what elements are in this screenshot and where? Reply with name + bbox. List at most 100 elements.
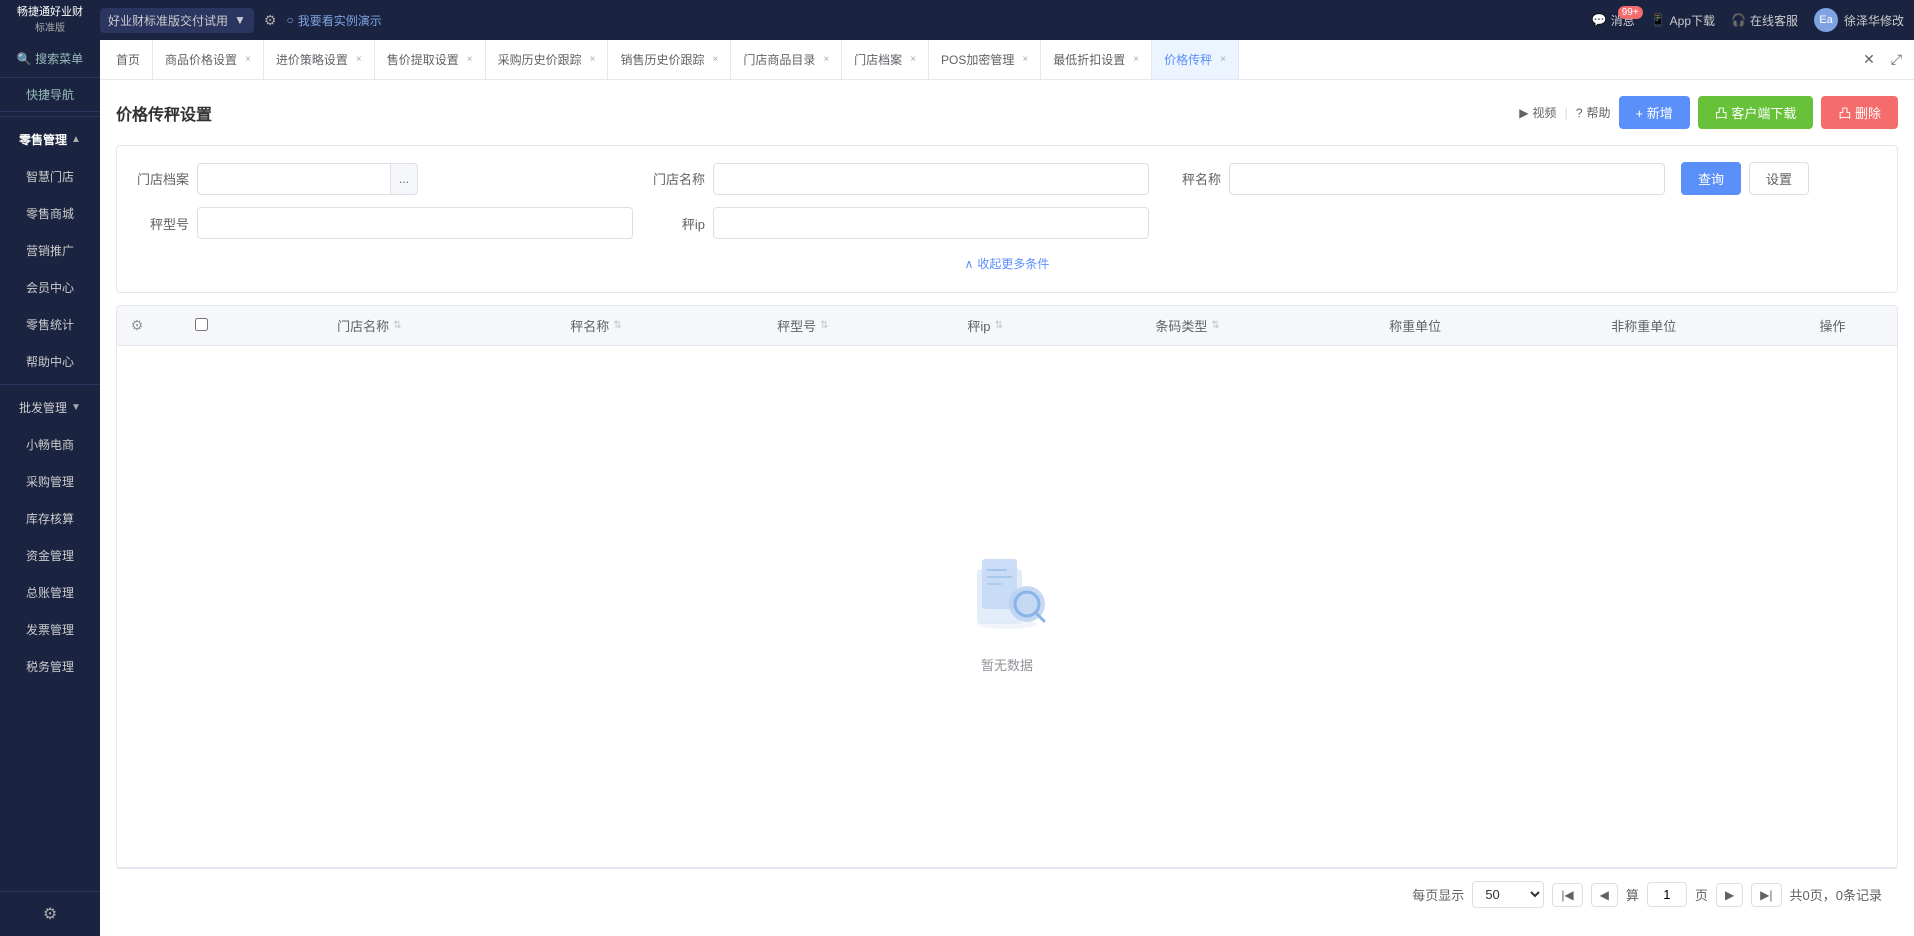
sidebar-item-retail-mall[interactable]: 零售商城 [0, 195, 100, 232]
sidebar-item-inventory[interactable]: 库存核算 [0, 500, 100, 537]
tab-sale-price-label: 售价提取设置 [387, 51, 459, 68]
store-name-input[interactable] [713, 163, 1149, 195]
prev-page-button[interactable]: ◀ [1591, 883, 1618, 907]
help-link[interactable]: ? 帮助 [1576, 104, 1611, 121]
video-link[interactable]: ▶ 视频 [1519, 104, 1556, 121]
message-icon: 💬 [1592, 13, 1607, 27]
sidebar-item-invoice[interactable]: 发票管理 [0, 611, 100, 648]
sort-icon-barcode-type[interactable]: ⇅ [1211, 320, 1219, 331]
page-content: 价格传秤设置 ▶ 视频 | ? 帮助 + 新增 凸 客户端下载 凸 删除 [100, 80, 1914, 936]
sidebar-item-smart-store[interactable]: 智慧门店 [0, 158, 100, 195]
sort-icon-store-name[interactable]: ⇅ [393, 320, 401, 331]
tab-store-file-close[interactable]: × [910, 54, 916, 65]
tab-sale-history-close[interactable]: × [712, 54, 718, 65]
last-page-button[interactable]: ▶| [1751, 883, 1781, 907]
sidebar-item-retail-stats[interactable]: 零售统计 [0, 306, 100, 343]
settings-button[interactable]: ⚙ [264, 12, 277, 29]
sidebar-item-mini-ecom[interactable]: 小畅电商 [0, 426, 100, 463]
online-service-button[interactable]: 🎧 在线客服 [1731, 12, 1798, 29]
page-number-input[interactable] [1647, 882, 1687, 907]
tab-home[interactable]: 首页 [108, 40, 153, 80]
sidebar-item-label-invoice: 发票管理 [26, 621, 74, 638]
th-store-name: 门店名称 ⇅ [246, 306, 493, 346]
page-size-select[interactable]: 10 20 50 100 [1472, 881, 1544, 908]
tab-sale-history[interactable]: 销售历史价跟踪 × [608, 40, 731, 80]
sidebar-item-retail[interactable]: 零售管理 ▲ [0, 121, 100, 158]
tab-pos-manage[interactable]: POS加密管理 × [929, 40, 1041, 80]
tab-price-scale[interactable]: 价格传秤 × [1152, 40, 1239, 80]
sidebar-search[interactable]: 🔍 搜索菜单 [0, 40, 100, 78]
tab-pos-manage-close[interactable]: × [1022, 54, 1028, 65]
sidebar-item-marketing[interactable]: 营销推广 [0, 232, 100, 269]
messages-button[interactable]: 💬 消息 99+ [1592, 12, 1635, 29]
tab-purchase-history[interactable]: 采购历史价跟踪 × [486, 40, 609, 80]
sidebar-item-ledger[interactable]: 总账管理 [0, 574, 100, 611]
tab-store-catalog[interactable]: 门店商品目录 × [731, 40, 842, 80]
sidebar-item-label-retail-stats: 零售统计 [26, 316, 74, 333]
th-scale-ip-label: 秤ip [967, 316, 990, 335]
scale-ip-input[interactable] [713, 207, 1149, 239]
user-profile[interactable]: Ea 徐泽华修改 [1814, 8, 1904, 32]
page-label: 页 [1695, 885, 1708, 904]
tab-purchase-history-close[interactable]: × [590, 54, 596, 65]
store-file-ellipsis-btn[interactable]: ... [390, 163, 418, 195]
version-selector[interactable]: 好业财标准版交付试用 ▼ [100, 8, 254, 33]
th-scale-name: 秤名称 ⇅ [493, 306, 700, 346]
sidebar-item-purchase[interactable]: 采购管理 [0, 463, 100, 500]
sidebar-item-help[interactable]: 帮助中心 [0, 343, 100, 380]
sidebar-item-label-retail-mall: 零售商城 [26, 205, 74, 222]
tab-sale-price-close[interactable]: × [467, 54, 473, 65]
tab-commodity-price[interactable]: 商品价格设置 × [153, 40, 264, 80]
scale-model-input[interactable] [197, 207, 633, 239]
tab-controls: ✕ ⤢ [1859, 47, 1906, 72]
download-button[interactable]: 凸 客户端下载 [1698, 96, 1814, 129]
tab-price-scale-close[interactable]: × [1220, 54, 1226, 65]
tab-min-discount[interactable]: 最低折扣设置 × [1041, 40, 1152, 80]
chevron-up-icon: ▲ [71, 134, 81, 145]
tab-price-scale-label: 价格传秤 [1164, 51, 1212, 68]
tab-close-button[interactable]: ✕ [1859, 47, 1879, 72]
collapse-button[interactable]: ∧ 收起更多条件 [133, 251, 1881, 276]
next-page-button[interactable]: ▶ [1716, 883, 1743, 907]
table-settings-icon[interactable]: ⚙ [131, 317, 144, 333]
store-file-input[interactable] [197, 163, 390, 195]
scale-name-input[interactable] [1229, 163, 1665, 195]
tab-min-discount-close[interactable]: × [1133, 54, 1139, 65]
tab-store-file[interactable]: 门店档案 × [842, 40, 929, 80]
demo-link[interactable]: ○ 我要看实例演示 [286, 12, 381, 29]
query-button[interactable]: 查询 [1681, 162, 1741, 195]
sidebar-item-tax[interactable]: 税务管理 [0, 648, 100, 685]
delete-button[interactable]: 凸 删除 [1821, 96, 1898, 129]
top-right-area: 💬 消息 99+ 📱 App下载 🎧 在线客服 Ea 徐泽华修改 [1592, 8, 1904, 32]
tab-sale-price[interactable]: 售价提取设置 × [375, 40, 486, 80]
tab-purchase-strategy-close[interactable]: × [356, 54, 362, 65]
tab-maximize-button[interactable]: ⤢ [1887, 47, 1906, 72]
main-container: 🔍 搜索菜单 快捷导航 零售管理 ▲ 智慧门店 零售商城 营销推广 会员中心 零… [0, 40, 1914, 936]
app-download-button[interactable]: 📱 App下载 [1651, 12, 1715, 29]
tab-store-catalog-close[interactable]: × [823, 54, 829, 65]
page-word: 算 [1626, 885, 1639, 904]
tab-commodity-price-close[interactable]: × [245, 54, 251, 65]
sidebar-quick-nav[interactable]: 快捷导航 [0, 78, 100, 112]
sidebar-item-label-help: 帮助中心 [26, 353, 74, 370]
sidebar-item-label-marketing: 营销推广 [26, 242, 74, 259]
first-page-button[interactable]: |◀ [1552, 883, 1582, 907]
sidebar-item-wholesale[interactable]: 批发管理 ▼ [0, 389, 100, 426]
sort-icon-scale-name[interactable]: ⇅ [613, 320, 621, 331]
select-all-checkbox[interactable] [195, 318, 208, 331]
sidebar-settings-button[interactable]: ⚙ [0, 891, 100, 936]
scale-ip-label: 秤ip [649, 214, 705, 233]
th-scale-model-label: 秤型号 [777, 316, 816, 335]
sidebar-item-label-retail: 零售管理 [19, 131, 67, 148]
tab-purchase-strategy[interactable]: 进价策略设置 × [264, 40, 375, 80]
sidebar-item-member[interactable]: 会员中心 [0, 269, 100, 306]
sort-icon-scale-model[interactable]: ⇅ [820, 320, 828, 331]
search-icon: 🔍 [17, 52, 32, 66]
th-store-name-label: 门店名称 [337, 316, 389, 335]
tab-commodity-price-label: 商品价格设置 [165, 51, 237, 68]
settings-btn-form[interactable]: 设置 [1749, 162, 1809, 195]
add-button[interactable]: + 新增 [1619, 96, 1690, 129]
sort-icon-scale-ip[interactable]: ⇅ [995, 320, 1003, 331]
sidebar-item-finance[interactable]: 资金管理 [0, 537, 100, 574]
store-name-label: 门店名称 [649, 169, 705, 188]
